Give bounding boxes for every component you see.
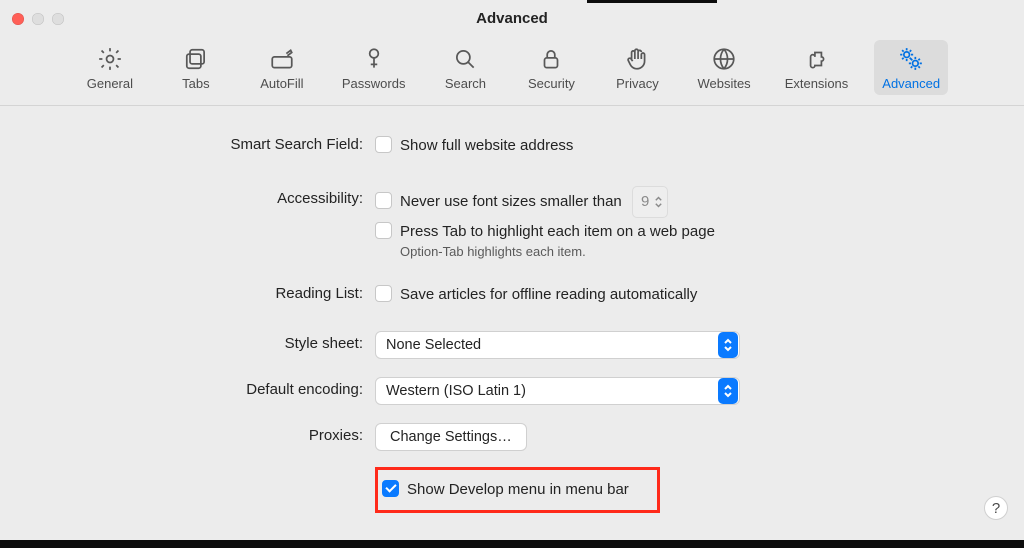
search-icon [452, 46, 478, 72]
toolbar-label: Websites [697, 76, 750, 91]
checkbox-label: Never use font sizes smaller than [400, 193, 622, 210]
help-button[interactable]: ? [984, 496, 1008, 520]
row-label-reading-list: Reading List: [60, 281, 375, 302]
toolbar-item-extensions[interactable]: Extensions [777, 40, 857, 95]
toolbar-item-search[interactable]: Search [431, 40, 499, 95]
toolbar-label: Extensions [785, 76, 849, 91]
tabs-icon [183, 46, 209, 72]
minimize-button[interactable] [32, 13, 44, 25]
checkbox-show-develop-menu[interactable] [382, 480, 399, 497]
advanced-pane: Smart Search Field: Show full website ad… [0, 106, 1024, 513]
close-button[interactable] [12, 13, 24, 25]
checkbox-label: Show full website address [400, 137, 573, 154]
annotation-highlight: Show Develop menu in menu bar [375, 467, 660, 513]
checkbox-save-offline[interactable] [375, 285, 392, 302]
chevron-updown-icon [718, 378, 738, 404]
preferences-toolbar: General Tabs AutoFill Passwords Search S… [0, 40, 1024, 106]
toolbar-label: General [87, 76, 133, 91]
hint-option-tab: Option-Tab highlights each item. [375, 244, 964, 259]
key-icon [361, 46, 387, 72]
toolbar-label: Search [445, 76, 486, 91]
checkbox-label: Press Tab to highlight each item on a we… [400, 223, 715, 240]
checkbox-press-tab[interactable] [375, 222, 392, 239]
background-peek-bottom [0, 540, 1024, 548]
autofill-icon [269, 46, 295, 72]
toolbar-item-websites[interactable]: Websites [689, 40, 758, 95]
puzzle-icon [803, 46, 829, 72]
gear-icon [97, 46, 123, 72]
row-label-encoding: Default encoding: [60, 377, 375, 398]
help-label: ? [992, 500, 1000, 517]
toolbar-label: Security [528, 76, 575, 91]
checkbox-min-font-size[interactable] [375, 192, 392, 209]
toolbar-item-tabs[interactable]: Tabs [162, 40, 230, 95]
row-label-style-sheet: Style sheet: [60, 331, 375, 352]
window-title: Advanced [0, 10, 1024, 27]
min-font-size-stepper[interactable]: 9 [632, 186, 668, 218]
window-traffic-lights [12, 13, 64, 25]
toolbar-label: AutoFill [260, 76, 303, 91]
toolbar-label: Privacy [616, 76, 659, 91]
toolbar-label: Advanced [882, 76, 940, 91]
row-label-proxies: Proxies: [60, 423, 375, 444]
select-value: Western (ISO Latin 1) [386, 383, 526, 399]
select-default-encoding[interactable]: Western (ISO Latin 1) [375, 377, 740, 405]
toolbar-item-advanced[interactable]: Advanced [874, 40, 948, 95]
toolbar-label: Tabs [182, 76, 209, 91]
chevron-updown-icon [654, 195, 663, 209]
zoom-button[interactable] [52, 13, 64, 25]
hand-icon [624, 46, 650, 72]
row-label-smart-search: Smart Search Field: [60, 132, 375, 153]
checkbox-label: Save articles for offline reading automa… [400, 286, 697, 303]
checkbox-label: Show Develop menu in menu bar [407, 481, 629, 498]
row-label-accessibility: Accessibility: [60, 186, 375, 207]
chevron-updown-icon [718, 332, 738, 358]
checkbox-show-full-url[interactable] [375, 136, 392, 153]
button-label: Change Settings… [390, 429, 512, 445]
toolbar-item-autofill[interactable]: AutoFill [248, 40, 316, 95]
gears-icon [898, 46, 924, 72]
stepper-value: 9 [641, 188, 649, 216]
select-style-sheet[interactable]: None Selected [375, 331, 740, 359]
toolbar-item-passwords[interactable]: Passwords [334, 40, 414, 95]
toolbar-item-privacy[interactable]: Privacy [603, 40, 671, 95]
toolbar-label: Passwords [342, 76, 406, 91]
change-settings-button[interactable]: Change Settings… [375, 423, 527, 451]
lock-icon [538, 46, 564, 72]
select-value: None Selected [386, 337, 481, 353]
titlebar: Advanced [0, 0, 1024, 40]
toolbar-item-security[interactable]: Security [517, 40, 585, 95]
toolbar-item-general[interactable]: General [76, 40, 144, 95]
globe-icon [711, 46, 737, 72]
